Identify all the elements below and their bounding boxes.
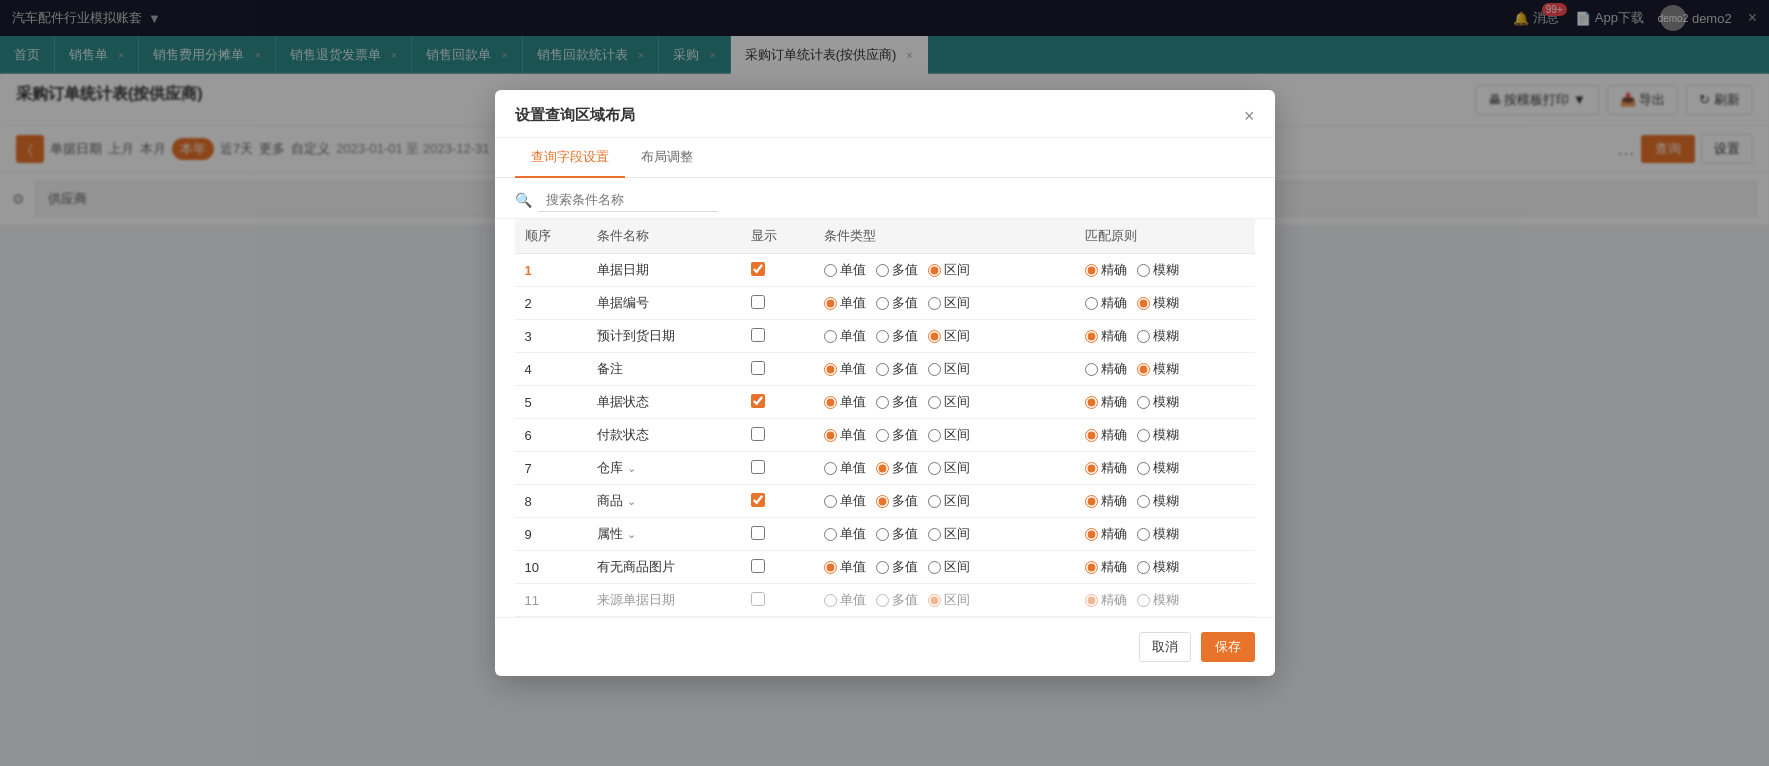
dialog-tabs: 查询字段设置 布局调整 <box>495 138 1275 178</box>
col-header-type: 条件类型 <box>814 219 1075 226</box>
dialog-tab-layout[interactable]: 布局调整 <box>625 138 709 178</box>
conditions-table: 顺序 条件名称 显示 条件类型 匹配原则 1单据日期单值多值区间精确模糊2单据编… <box>515 219 1255 226</box>
dialog-table-wrap: 顺序 条件名称 显示 条件类型 匹配原则 1单据日期单值多值区间精确模糊2单据编… <box>495 219 1275 226</box>
dialog-close-button[interactable]: × <box>1244 107 1255 125</box>
col-header-match: 匹配原则 <box>1075 219 1255 226</box>
search-icon: 🔍 <box>515 192 532 208</box>
dialog-header: 设置查询区域布局 × <box>495 90 1275 138</box>
dialog-tab-fields[interactable]: 查询字段设置 <box>515 138 625 178</box>
modal-overlay: 设置查询区域布局 × 查询字段设置 布局调整 🔍 顺序 条件名称 <box>0 0 1769 226</box>
col-header-name: 条件名称 <box>587 219 741 226</box>
settings-dialog: 设置查询区域布局 × 查询字段设置 布局调整 🔍 顺序 条件名称 <box>495 90 1275 226</box>
col-header-show: 显示 <box>741 219 813 226</box>
dialog-title: 设置查询区域布局 <box>515 106 635 125</box>
table-header-row: 顺序 条件名称 显示 条件类型 匹配原则 <box>515 219 1255 226</box>
search-input[interactable] <box>538 188 718 212</box>
dialog-search-area: 🔍 <box>495 178 1275 219</box>
col-header-order: 顺序 <box>515 219 587 226</box>
